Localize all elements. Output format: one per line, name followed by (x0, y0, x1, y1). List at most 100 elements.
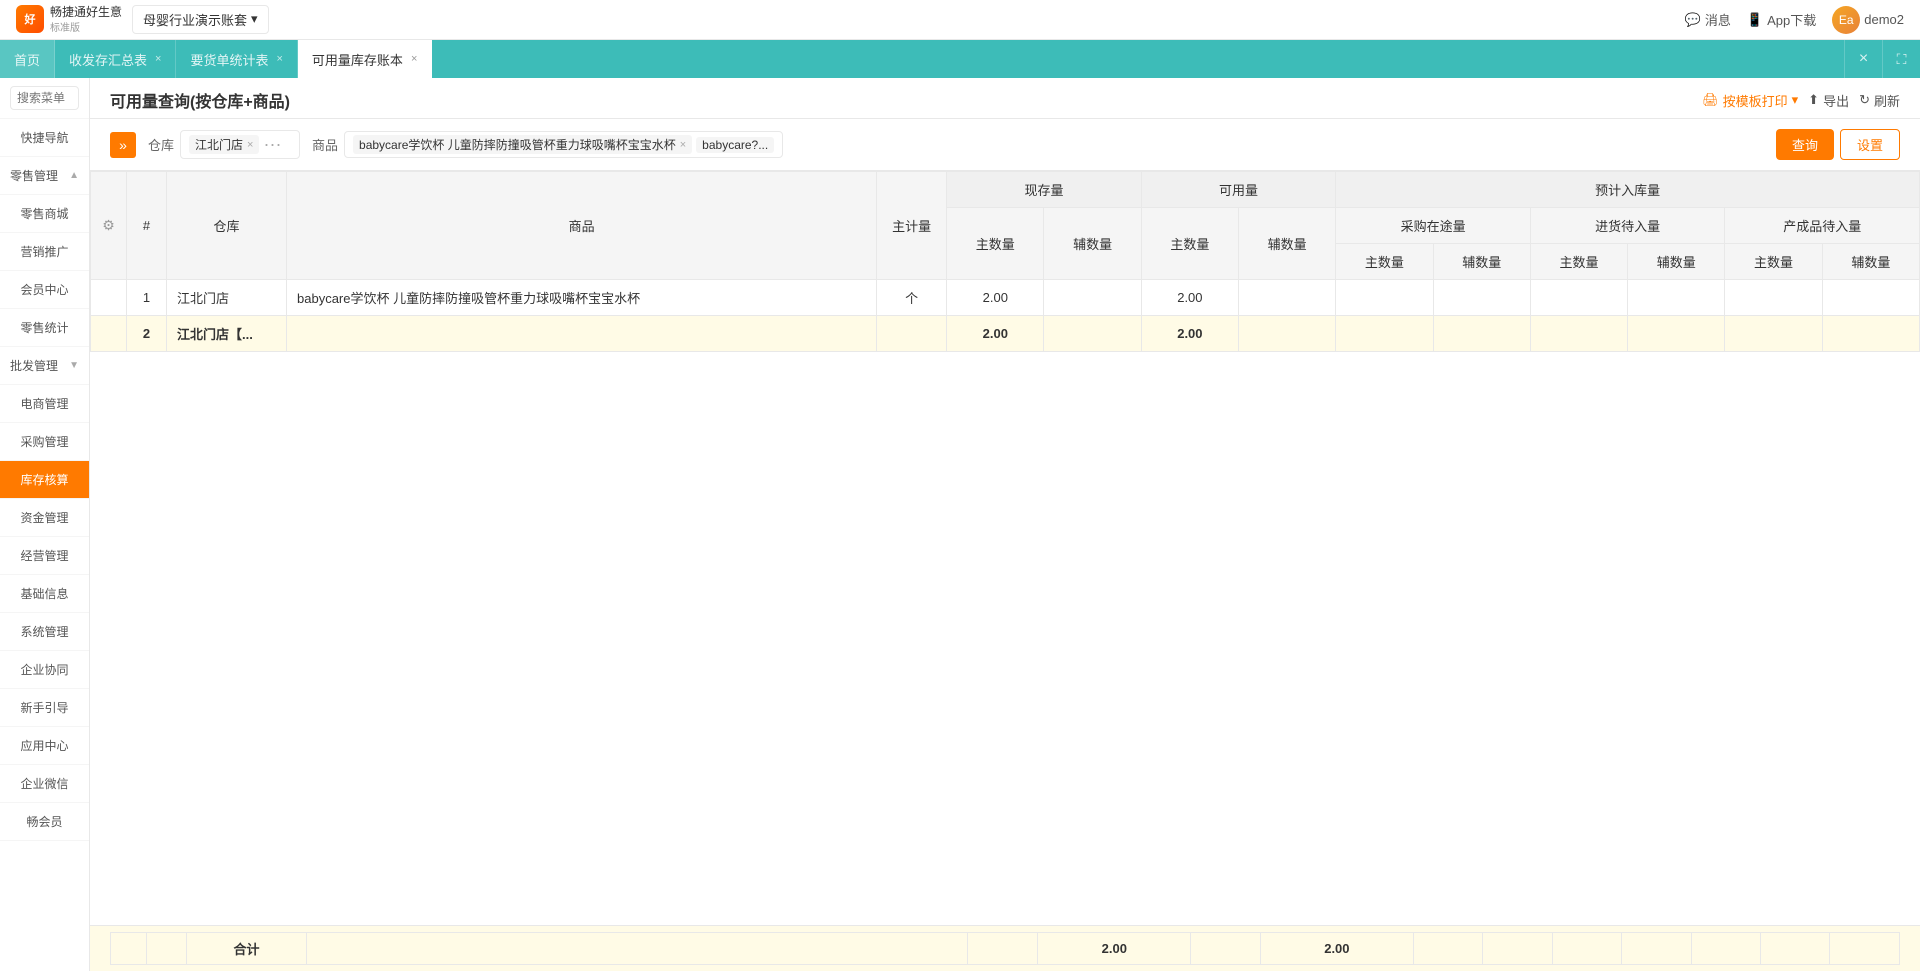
total-product-arrival-main (1761, 933, 1830, 965)
sidebar-item-caigou[interactable]: 采购管理 (0, 423, 89, 461)
sidebar-pifa-arrow-icon: ▼ (69, 360, 79, 371)
subtotal-warehouse: 江北门店【... (167, 316, 287, 352)
sidebar-item-yingyong[interactable]: 应用中心 (0, 727, 89, 765)
th-stock-aux: 辅数量 (1044, 208, 1141, 280)
sidebar-qiyeweixin-label: 企业微信 (20, 775, 68, 792)
tab-keyongliang[interactable]: 可用量库存账本 × (298, 40, 432, 78)
th-estimated-group: 预计入库量 (1336, 172, 1920, 208)
setting-button[interactable]: 设置 (1840, 129, 1900, 160)
filter-product-tag1-close[interactable]: × (680, 139, 686, 151)
th-settings[interactable]: ⚙ (91, 172, 127, 280)
org-selector[interactable]: 母婴行业演示账套 ▾ (132, 5, 269, 34)
tab-shoufacun[interactable]: 收发存汇总表 × (55, 40, 176, 78)
tab-shoufacun-label: 收发存汇总表 (69, 50, 147, 69)
sidebar-item-qiye[interactable]: 企业协同 (0, 651, 89, 689)
app-download-btn[interactable]: 📱 App下载 (1747, 10, 1816, 29)
refresh-btn[interactable]: ↻ 刷新 (1859, 91, 1900, 110)
sidebar-item-jichu[interactable]: 基础信息 (0, 575, 89, 613)
row-purchase-arrival-main (1530, 280, 1627, 316)
th-warehouse: 仓库 (167, 172, 287, 280)
sidebar-huiyuan-label: 会员中心 (20, 281, 68, 298)
print-btn[interactable]: 🖨 按模板打印 ▾ (1702, 91, 1798, 110)
table-row: 1 江北门店 babycare学饮杯 儿童防摔防撞吸管杯重力球吸嘴杯宝宝水杯 个… (91, 280, 1920, 316)
th-stock-group: 现存量 (947, 172, 1142, 208)
filter-expand-btn[interactable]: » (110, 132, 136, 158)
sidebar-pifa-label: 批发管理 (10, 357, 67, 374)
sidebar-item-pifa[interactable]: 批发管理 ▼ (0, 347, 89, 385)
bottom-area: 合计 2.00 2.00 (90, 925, 1920, 971)
page-title: 可用量查询(按仓库+商品) (110, 88, 290, 112)
th-purchase-arrival-group: 进货待入量 (1530, 208, 1725, 244)
export-label: 导出 (1823, 91, 1849, 110)
sidebar-item-yingxiao[interactable]: 营销推广 (0, 233, 89, 271)
org-name: 母婴行业演示账套 (143, 10, 247, 29)
sidebar-item-lingshoustat[interactable]: 零售统计 (0, 309, 89, 347)
tab-yaohuo-label: 要货单统计表 (190, 50, 268, 69)
sidebar-item-lingshoushangcheng[interactable]: 零售商城 (0, 195, 89, 233)
query-button[interactable]: 查询 (1776, 129, 1834, 160)
sidebar-item-jingying[interactable]: 经营管理 (0, 537, 89, 575)
th-purchase-onway-group: 采购在途量 (1336, 208, 1531, 244)
page-header-actions: 🖨 按模板打印 ▾ ⬆ 导出 ↻ 刷新 (1702, 91, 1900, 110)
app-icon: 📱 (1747, 12, 1763, 28)
subtotal-stock-aux (1044, 316, 1141, 352)
message-btn[interactable]: 💬 消息 (1685, 10, 1731, 29)
nav-tabs: 首页 收发存汇总表 × 要货单统计表 × 可用量库存账本 × × ⛶ (0, 40, 1920, 78)
sidebar-item-kucun[interactable]: 库存核算 (0, 461, 89, 499)
sidebar-caigou-label: 采购管理 (20, 433, 68, 450)
logo-icon: 好 (16, 5, 44, 33)
filter-warehouse-tag-close[interactable]: × (247, 139, 253, 151)
filter-warehouse-more[interactable]: ··· (263, 134, 281, 155)
sidebar-item-lingshou[interactable]: 零售管理 ▲ (0, 157, 89, 195)
total-product (307, 933, 968, 965)
user-name: demo2 (1864, 12, 1904, 27)
tab-keyongliang-close[interactable]: × (411, 53, 417, 65)
th-product-arrival-aux: 辅数量 (1822, 244, 1919, 280)
tab-yaohuo-close[interactable]: × (276, 53, 282, 65)
page-header: 可用量查询(按仓库+商品) 🖨 按模板打印 ▾ ⬆ 导出 ↻ 刷新 (90, 78, 1920, 119)
subtotal-mainunit (877, 316, 947, 352)
filter-product-tag1-text: babycare学饮杯 儿童防摔防撞吸管杯重力球吸嘴杯宝宝水杯 (359, 136, 676, 153)
message-label: 消息 (1705, 10, 1731, 29)
tab-yaohuo[interactable]: 要货单统计表 × (176, 40, 297, 78)
total-avail-aux (1413, 933, 1482, 965)
sidebar-xitong-label: 系统管理 (20, 623, 68, 640)
tab-home[interactable]: 首页 (0, 40, 55, 78)
sidebar-item-dianshang[interactable]: 电商管理 (0, 385, 89, 423)
total-purchase-onway-aux (1552, 933, 1621, 965)
sidebar-item-qiyeweixin[interactable]: 企业微信 (0, 765, 89, 803)
settings-gear-icon[interactable]: ⚙ (102, 217, 115, 233)
sidebar-item-xinshou[interactable]: 新手引导 (0, 689, 89, 727)
sidebar-item-huiyuan[interactable]: 会员中心 (0, 271, 89, 309)
sidebar: 快捷导航 零售管理 ▲ 零售商城 营销推广 会员中心 零售统计 批发管理 ▼ 电… (0, 78, 90, 971)
filter-warehouse-box[interactable]: 江北门店 × ··· (180, 130, 300, 159)
filter-product-tag2: babycare?... (696, 137, 774, 153)
sidebar-kucun-label: 库存核算 (20, 471, 68, 488)
sidebar-search-input[interactable] (10, 86, 79, 110)
tab-keyongliang-label: 可用量库存账本 (312, 50, 403, 69)
row-warehouse: 江北门店 (167, 280, 287, 316)
sidebar-item-xitong[interactable]: 系统管理 (0, 613, 89, 651)
logo-text-area: 畅捷通好生意 标准版 (50, 5, 122, 34)
row-product-arrival-main (1725, 280, 1822, 316)
filter-warehouse-tag-text: 江北门店 (195, 136, 243, 153)
subtotal-purchase-arrival-aux (1628, 316, 1725, 352)
nav-close-all-btn[interactable]: × (1844, 40, 1882, 78)
tab-shoufacun-close[interactable]: × (155, 53, 161, 65)
filter-product-box[interactable]: babycare学饮杯 儿童防摔防撞吸管杯重力球吸嘴杯宝宝水杯 × babyca… (344, 131, 783, 158)
nav-expand-btn[interactable]: ⛶ (1882, 40, 1920, 78)
export-btn[interactable]: ⬆ 导出 (1808, 91, 1849, 110)
total-purchase-arrival-aux (1691, 933, 1760, 965)
sidebar-lingshou-arrow-icon: ▲ (69, 170, 79, 181)
sidebar-item-changhui[interactable]: 畅会员 (0, 803, 89, 841)
sidebar-item-quicknav[interactable]: 快捷导航 (0, 119, 89, 157)
sidebar-lingshou-label: 零售管理 (10, 167, 67, 184)
th-purchase-arrival-aux: 辅数量 (1628, 244, 1725, 280)
org-dropdown-icon: ▾ (251, 11, 258, 27)
logo-sub: 标准版 (50, 19, 122, 34)
user-area[interactable]: Ea demo2 (1832, 6, 1904, 34)
sidebar-item-zijin[interactable]: 资金管理 (0, 499, 89, 537)
th-product-arrival-group: 产成品待入量 (1725, 208, 1920, 244)
refresh-label: 刷新 (1874, 91, 1900, 110)
app-download-label: App下载 (1767, 10, 1816, 29)
